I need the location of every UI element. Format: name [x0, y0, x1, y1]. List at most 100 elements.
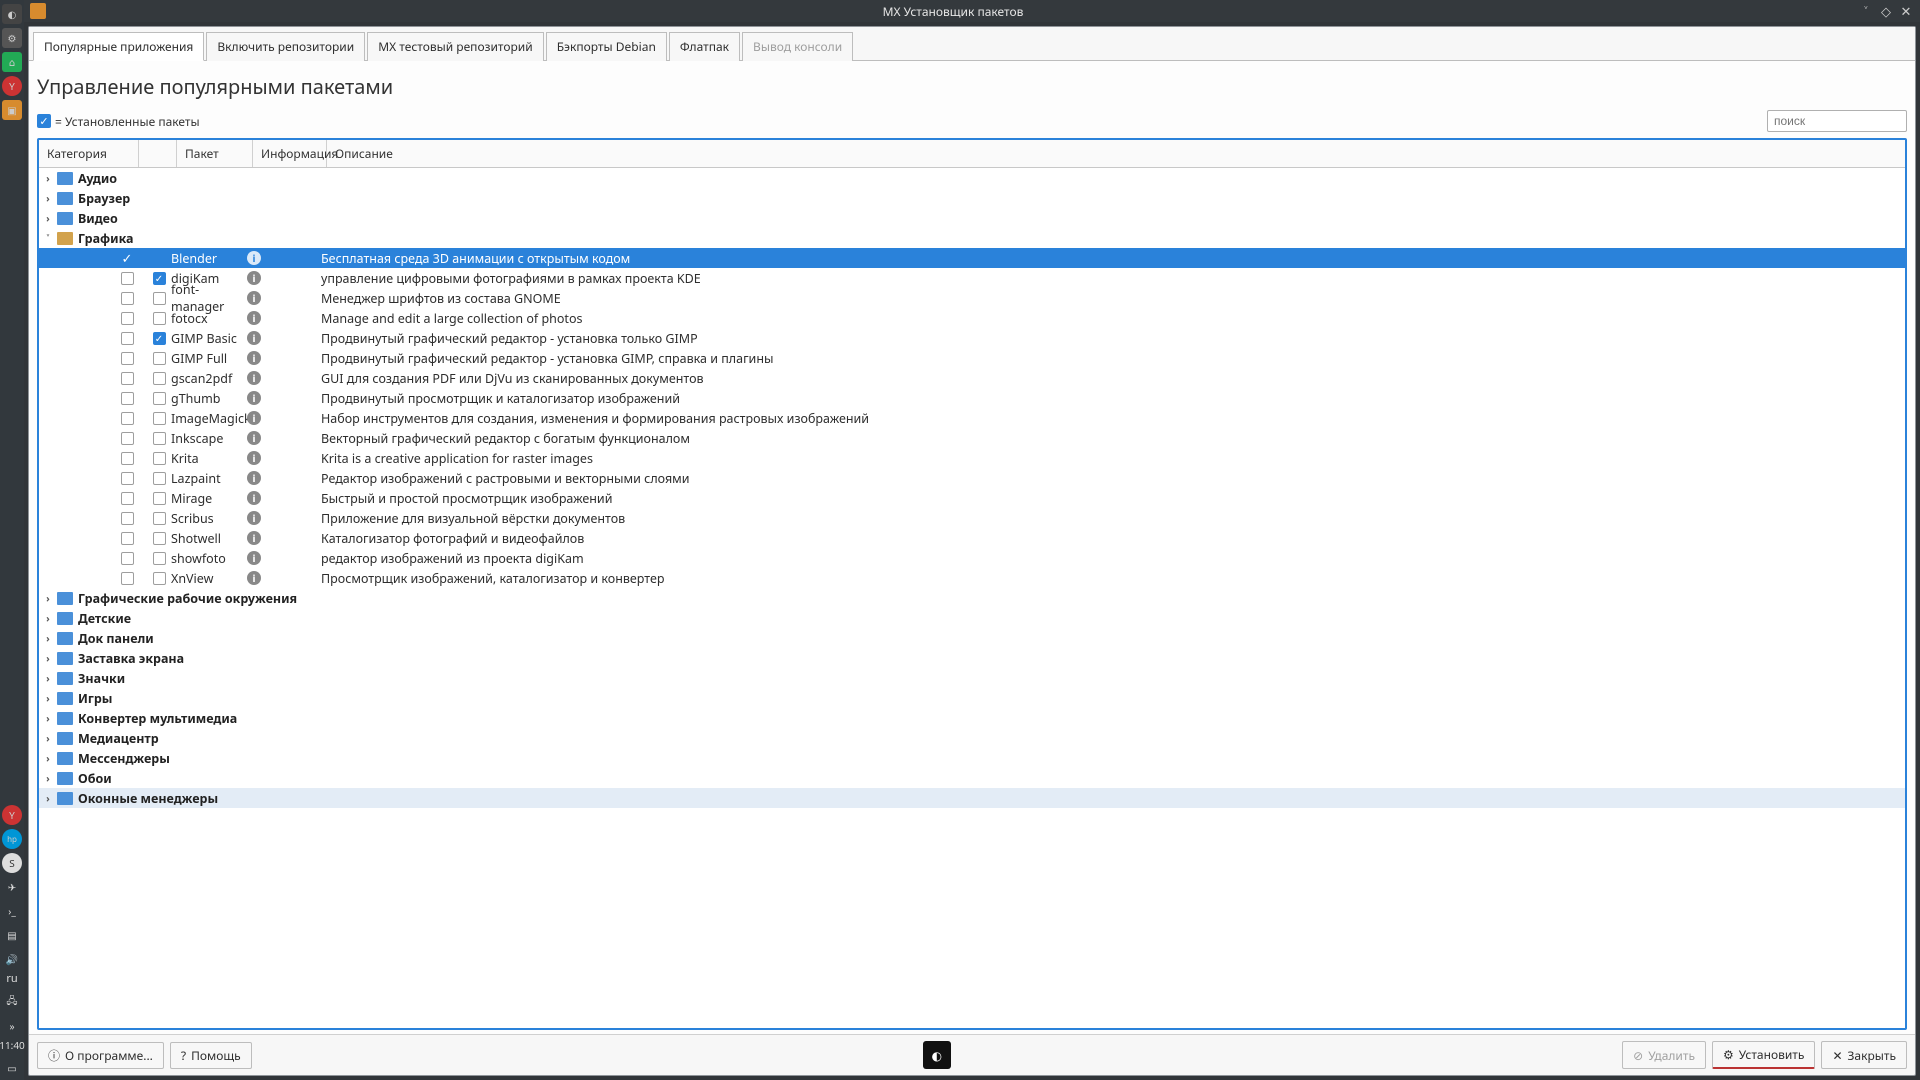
- panel-launcher-4[interactable]: Y: [2, 76, 22, 96]
- panel-tray-volume[interactable]: 🔊: [2, 949, 22, 969]
- tab-popular-apps[interactable]: Популярные приложения: [33, 32, 204, 61]
- package-row[interactable]: showfotoiредактор изображений из проекта…: [39, 548, 1905, 568]
- minimize-button[interactable]: ˅: [1858, 3, 1874, 19]
- panel-tray-hp[interactable]: hp: [2, 829, 22, 849]
- package-checkbox-2[interactable]: [153, 272, 166, 285]
- expander-icon[interactable]: ›: [41, 691, 55, 705]
- expander-icon[interactable]: ›: [41, 731, 55, 745]
- panel-language[interactable]: ru: [6, 971, 17, 986]
- expander-icon[interactable]: ›: [41, 211, 55, 225]
- remove-button[interactable]: ⊘Удалить: [1622, 1041, 1706, 1069]
- package-checkbox-2[interactable]: [153, 372, 166, 385]
- package-checkbox-2[interactable]: [153, 492, 166, 505]
- panel-tray-clipboard[interactable]: ▤: [2, 925, 22, 945]
- category-row[interactable]: ›Медиацентр: [39, 728, 1905, 748]
- panel-clock[interactable]: 11:40: [0, 1038, 25, 1052]
- panel-tray-network[interactable]: 🖧: [2, 992, 22, 1012]
- category-row[interactable]: ›Конвертер мультимедиа: [39, 708, 1905, 728]
- expander-icon[interactable]: ›: [41, 631, 55, 645]
- package-row[interactable]: ShotwelliКаталогизатор фотографий и виде…: [39, 528, 1905, 548]
- close-button[interactable]: ✕Закрыть: [1821, 1041, 1907, 1069]
- package-row[interactable]: KritaiKrita is a creative application fo…: [39, 448, 1905, 468]
- category-row[interactable]: ›Док панели: [39, 628, 1905, 648]
- maximize-button[interactable]: ◇: [1878, 3, 1894, 19]
- package-checkbox-2[interactable]: [153, 472, 166, 485]
- tab-debian-backports[interactable]: Бэкпорты Debian: [546, 32, 667, 61]
- category-row[interactable]: ›Графические рабочие окружения: [39, 588, 1905, 608]
- package-checkbox-1[interactable]: [121, 452, 134, 465]
- about-button[interactable]: ⓘО программе...: [37, 1042, 164, 1069]
- panel-launcher-1[interactable]: ◐: [2, 4, 22, 24]
- category-row[interactable]: ›Браузер: [39, 188, 1905, 208]
- category-row[interactable]: ›Мессенджеры: [39, 748, 1905, 768]
- info-icon[interactable]: i: [247, 431, 261, 445]
- package-row[interactable]: fotocxiManage and edit a large collectio…: [39, 308, 1905, 328]
- header-check[interactable]: [139, 140, 177, 167]
- package-checkbox-2[interactable]: [153, 432, 166, 445]
- package-row[interactable]: font-manageriМенеджер шрифтов из состава…: [39, 288, 1905, 308]
- package-row[interactable]: ImageMagickiНабор инструментов для созда…: [39, 408, 1905, 428]
- expander-icon[interactable]: ›: [41, 751, 55, 765]
- category-row[interactable]: ›Заставка экрана: [39, 648, 1905, 668]
- package-row[interactable]: MirageiБыстрый и простой просмотрщик изо…: [39, 488, 1905, 508]
- package-row[interactable]: LazpaintiРедактор изображений с растровы…: [39, 468, 1905, 488]
- tab-enable-repos[interactable]: Включить репозитории: [206, 32, 365, 61]
- package-checkbox-1[interactable]: [121, 352, 134, 365]
- package-row[interactable]: InkscapeiВекторный графический редактор …: [39, 428, 1905, 448]
- info-icon[interactable]: i: [247, 291, 261, 305]
- expander-icon[interactable]: ›: [41, 791, 55, 805]
- package-checkbox-1[interactable]: [121, 532, 134, 545]
- category-row[interactable]: ˅Графика: [39, 228, 1905, 248]
- package-checkbox-1[interactable]: [121, 432, 134, 445]
- info-icon[interactable]: i: [247, 411, 261, 425]
- expander-icon[interactable]: ›: [41, 191, 55, 205]
- package-checkbox-2[interactable]: [153, 552, 166, 565]
- panel-show-desktop[interactable]: ▭: [2, 1058, 22, 1078]
- tab-flatpak[interactable]: Флатпак: [669, 32, 740, 61]
- panel-tray-skype[interactable]: S: [2, 853, 22, 873]
- tab-console-output[interactable]: Вывод консоли: [742, 32, 853, 61]
- info-icon[interactable]: i: [247, 271, 261, 285]
- info-icon[interactable]: i: [247, 471, 261, 485]
- category-row[interactable]: ›Аудио: [39, 168, 1905, 188]
- expander-icon[interactable]: ›: [41, 591, 55, 605]
- package-checkbox-2[interactable]: [153, 312, 166, 325]
- info-icon[interactable]: i: [247, 511, 261, 525]
- package-checkbox-2[interactable]: [153, 412, 166, 425]
- category-row[interactable]: ›Обои: [39, 768, 1905, 788]
- package-checkbox-2[interactable]: [153, 352, 166, 365]
- package-checkbox-2[interactable]: [153, 512, 166, 525]
- panel-tray-telegram[interactable]: ✈: [2, 877, 22, 897]
- package-row[interactable]: ✓BlenderiБесплатная среда 3D анимации с …: [39, 248, 1905, 268]
- expander-icon[interactable]: ›: [41, 771, 55, 785]
- panel-tray-1[interactable]: Y: [2, 805, 22, 825]
- tree-body[interactable]: ›Аудио›Браузер›Видео˅Графика✓BlenderiБес…: [39, 168, 1905, 1028]
- info-icon[interactable]: i: [247, 451, 261, 465]
- category-row[interactable]: ›Оконные менеджеры: [39, 788, 1905, 808]
- package-checkbox-1[interactable]: [121, 392, 134, 405]
- info-icon[interactable]: i: [247, 311, 261, 325]
- package-checkbox-1[interactable]: [121, 412, 134, 425]
- package-checkbox-1[interactable]: [121, 492, 134, 505]
- expander-icon[interactable]: ›: [41, 171, 55, 185]
- info-icon[interactable]: i: [247, 351, 261, 365]
- package-row[interactable]: ScribusiПриложение для визуальной вёрстк…: [39, 508, 1905, 528]
- panel-launcher-5[interactable]: ▣: [2, 100, 22, 120]
- help-button[interactable]: ?Помощь: [170, 1042, 252, 1069]
- package-checkbox-1[interactable]: [121, 332, 134, 345]
- package-checkbox-1[interactable]: [121, 312, 134, 325]
- header-category[interactable]: Категория: [39, 140, 139, 167]
- expander-icon[interactable]: ˅: [41, 231, 55, 245]
- info-icon[interactable]: i: [247, 331, 261, 345]
- package-checkbox-1[interactable]: [121, 472, 134, 485]
- panel-launcher-3[interactable]: ⌂: [2, 52, 22, 72]
- package-checkbox-2[interactable]: [153, 392, 166, 405]
- info-icon[interactable]: i: [247, 391, 261, 405]
- expander-icon[interactable]: ›: [41, 711, 55, 725]
- info-icon[interactable]: i: [247, 571, 261, 585]
- panel-launcher-2[interactable]: ⚙: [2, 28, 22, 48]
- search-input[interactable]: [1767, 110, 1907, 132]
- install-button[interactable]: ⚙Установить: [1712, 1041, 1815, 1069]
- package-checkbox-1[interactable]: [121, 272, 134, 285]
- header-description[interactable]: Описание: [327, 140, 1905, 167]
